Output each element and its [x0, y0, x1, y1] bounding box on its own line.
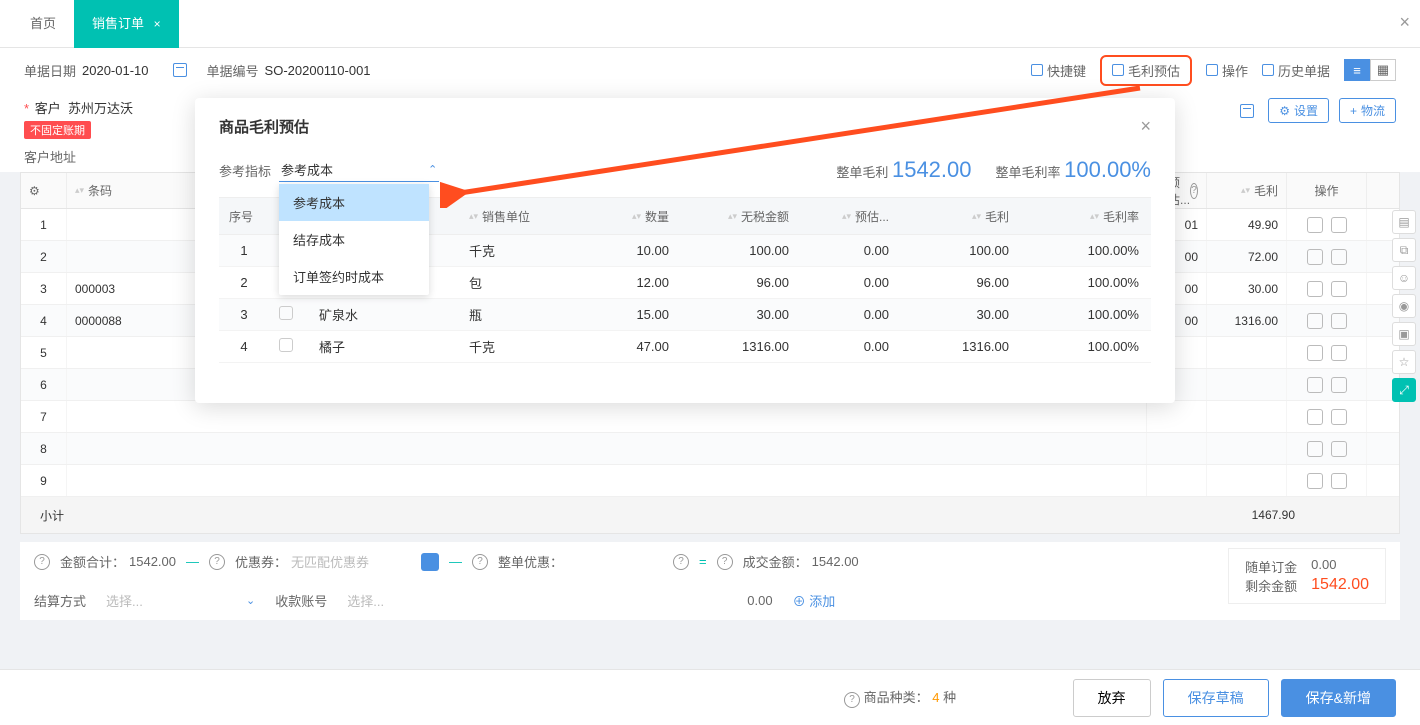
col-rate: 毛利率	[1103, 208, 1139, 225]
cell-amount: 100.00	[679, 243, 799, 258]
cell-profit: 96.00	[899, 275, 1019, 290]
total-profit-label: 整单毛利	[836, 165, 888, 180]
cell-est: 0.00	[799, 243, 899, 258]
cell-rate: 100.00%	[1019, 275, 1149, 290]
cell-qty: 10.00	[579, 243, 679, 258]
cell-est: 0.00	[799, 275, 899, 290]
cell-qty: 47.00	[579, 339, 679, 354]
sort-icon[interactable]: ▴▾	[469, 214, 478, 219]
cell-qty: 12.00	[579, 275, 679, 290]
profit-estimate-modal: 商品毛利预估 × 参考指标 ⌄ 参考成本结存成本订单签约时成本 整单毛利 154…	[195, 98, 1175, 403]
total-rate-label: 整单毛利率	[996, 165, 1061, 180]
cell-rate: 100.00%	[1019, 307, 1149, 322]
cell-profit: 1316.00	[899, 339, 1019, 354]
cell-seq: 3	[219, 307, 269, 322]
dropdown-option[interactable]: 参考成本	[279, 184, 429, 221]
total-profit-value: 1542.00	[892, 157, 972, 182]
cell-unit: 千克	[459, 337, 579, 356]
sort-icon[interactable]: ▴▾	[1090, 214, 1099, 219]
cell-qty: 15.00	[579, 307, 679, 322]
cell-est: 0.00	[799, 307, 899, 322]
cell-seq: 1	[219, 243, 269, 258]
table-row[interactable]: 3矿泉水瓶15.0030.000.0030.00100.00%	[219, 299, 1151, 331]
col-seq: 序号	[219, 208, 269, 225]
dropdown-option[interactable]: 结存成本	[279, 221, 429, 258]
sort-icon[interactable]: ▴▾	[632, 214, 641, 219]
cell-unit: 瓶	[459, 305, 579, 324]
cell-unit: 包	[459, 273, 579, 292]
table-row[interactable]: 4橘子千克47.001316.000.001316.00100.00%	[219, 331, 1151, 363]
cell-amount: 30.00	[679, 307, 799, 322]
checkbox[interactable]	[279, 338, 293, 352]
total-rate-value: 100.00%	[1064, 157, 1151, 182]
cell-amount: 1316.00	[679, 339, 799, 354]
cell-name: 橘子	[309, 337, 459, 356]
filter-label: 参考指标	[219, 161, 271, 180]
close-icon[interactable]: ×	[1140, 116, 1151, 137]
cell-rate: 100.00%	[1019, 243, 1149, 258]
checkbox[interactable]	[279, 306, 293, 320]
col-profit: 毛利	[985, 208, 1009, 225]
sort-icon[interactable]: ▴▾	[842, 214, 851, 219]
sort-icon[interactable]: ▴▾	[972, 214, 981, 219]
cell-seq: 4	[219, 339, 269, 354]
cell-name: 矿泉水	[309, 305, 459, 324]
sort-icon[interactable]: ▴▾	[728, 214, 737, 219]
col-qty: 数量	[645, 208, 669, 225]
cell-rate: 100.00%	[1019, 339, 1149, 354]
col-est: 预估...	[855, 208, 889, 225]
cell-unit: 千克	[459, 241, 579, 260]
cell-amount: 96.00	[679, 275, 799, 290]
cell-profit: 100.00	[899, 243, 1019, 258]
dropdown-option[interactable]: 订单签约时成本	[279, 258, 429, 295]
reference-metric-input[interactable]	[279, 158, 439, 182]
reference-metric-select[interactable]: ⌄ 参考成本结存成本订单签约时成本	[279, 158, 439, 182]
col-unit: 销售单位	[482, 208, 530, 225]
chevron-up-icon[interactable]: ⌄	[428, 162, 437, 175]
cell-profit: 30.00	[899, 307, 1019, 322]
col-amount: 无税金额	[741, 208, 789, 225]
cell-seq: 2	[219, 275, 269, 290]
cell-est: 0.00	[799, 339, 899, 354]
modal-title: 商品毛利预估	[219, 116, 309, 137]
reference-metric-dropdown: 参考成本结存成本订单签约时成本	[279, 184, 429, 295]
